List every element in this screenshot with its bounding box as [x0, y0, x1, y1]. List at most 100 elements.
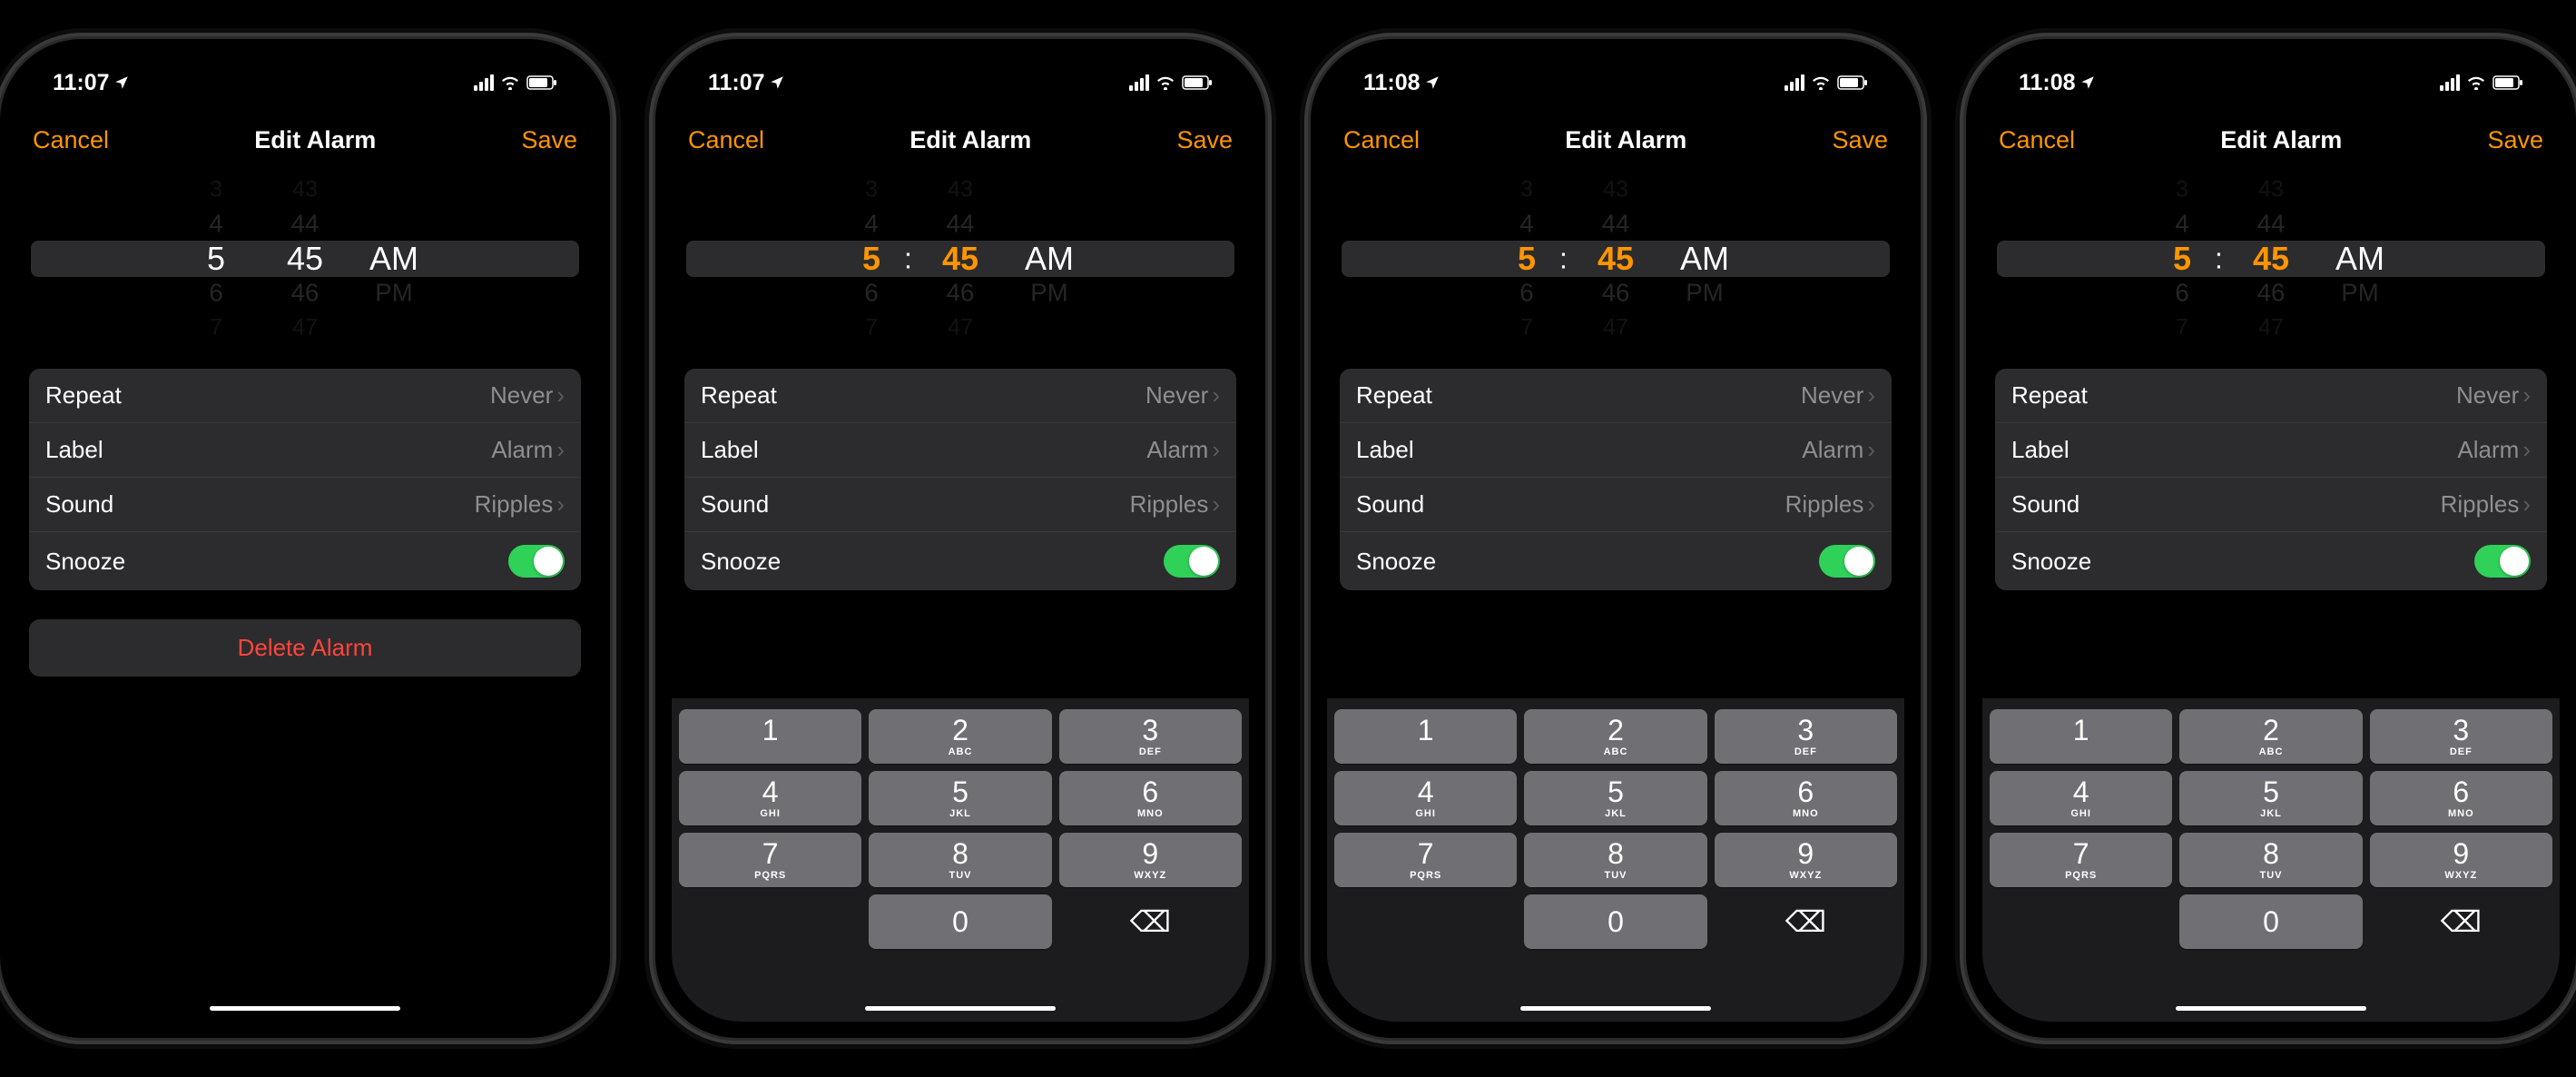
keypad-key-0[interactable]: 0 — [869, 894, 1051, 949]
backspace-key[interactable]: ⌫ — [1059, 894, 1242, 949]
keypad-key-5[interactable]: 5 JKL — [1524, 771, 1706, 825]
save-button[interactable]: Save — [1176, 126, 1233, 154]
minute-wheel-option[interactable]: 45 — [933, 242, 988, 276]
keypad-key-7[interactable]: 7 PQRS — [1990, 833, 2172, 887]
keypad-key-4[interactable]: 4 GHI — [679, 771, 861, 825]
keypad-key-4[interactable]: 4 GHI — [1990, 771, 2172, 825]
minute-wheel-option[interactable]: 43 — [2248, 175, 2294, 204]
ampm-wheel[interactable]: AMPM — [1022, 173, 1077, 345]
snooze-toggle[interactable] — [1819, 545, 1875, 578]
keypad-key-8[interactable]: 8 TUV — [2179, 833, 2362, 887]
hour-wheel-option[interactable]: 7 — [849, 313, 894, 342]
label-cell[interactable]: Label Alarm› — [1995, 423, 2547, 478]
minute-wheel-option[interactable]: 44 — [2246, 209, 2296, 241]
save-button[interactable]: Save — [2487, 126, 2543, 154]
ampm-option[interactable]: AM — [367, 242, 421, 276]
home-indicator[interactable] — [865, 1006, 1056, 1011]
hour-wheel-option[interactable]: 4 — [191, 209, 241, 241]
sound-cell[interactable]: Sound Ripples› — [684, 478, 1236, 532]
time-picker[interactable]: 2345678 42434445464748 AMPM — [29, 173, 581, 345]
cancel-button[interactable]: Cancel — [1999, 126, 2075, 154]
minute-wheel-option[interactable]: 47 — [2248, 313, 2294, 342]
minute-wheel-option[interactable]: 47 — [282, 313, 328, 342]
cancel-button[interactable]: Cancel — [1343, 126, 1420, 154]
minute-wheel[interactable]: 42434445464748 — [278, 173, 332, 345]
hour-wheel-option[interactable]: 4 — [846, 209, 896, 241]
keypad-key-0[interactable]: 0 — [1524, 894, 1706, 949]
home-indicator[interactable] — [2176, 1006, 2366, 1011]
ampm-option[interactable]: AM — [2333, 242, 2387, 276]
label-cell[interactable]: Label Alarm› — [1340, 423, 1892, 478]
backspace-key[interactable]: ⌫ — [1715, 894, 1897, 949]
keypad-key-2[interactable]: 2 ABC — [1524, 709, 1706, 764]
minute-wheel[interactable]: 42434445464748 — [2244, 173, 2298, 345]
keypad-key-3[interactable]: 3 DEF — [1715, 709, 1897, 764]
ampm-option[interactable]: PM — [369, 278, 418, 310]
label-cell[interactable]: Label Alarm› — [29, 423, 581, 478]
keypad-key-1[interactable]: 1 — [1990, 709, 2172, 764]
hour-wheel[interactable]: 2345678 — [189, 173, 243, 345]
home-indicator[interactable] — [1520, 1006, 1711, 1011]
minute-wheel-option[interactable]: 47 — [1593, 313, 1638, 342]
minute-wheel-option[interactable]: 45 — [1588, 242, 1643, 276]
sound-cell[interactable]: Sound Ripples› — [29, 478, 581, 532]
cancel-button[interactable]: Cancel — [33, 126, 109, 154]
hour-wheel-option[interactable]: 7 — [193, 313, 239, 342]
sound-cell[interactable]: Sound Ripples› — [1340, 478, 1892, 532]
hour-wheel-option[interactable]: 6 — [1501, 278, 1551, 310]
minute-wheel-option[interactable]: 43 — [938, 175, 983, 204]
minute-wheel-option[interactable]: 47 — [938, 313, 983, 342]
hour-wheel-option[interactable]: 3 — [1504, 175, 1549, 204]
keypad-key-4[interactable]: 4 GHI — [1334, 771, 1517, 825]
hour-wheel-option[interactable]: 3 — [2159, 175, 2205, 204]
keypad-key-6[interactable]: 6 MNO — [1059, 771, 1242, 825]
hour-wheel[interactable]: 2345678 — [844, 173, 899, 345]
keypad-key-1[interactable]: 1 — [1334, 709, 1517, 764]
repeat-cell[interactable]: Repeat Never› — [1340, 369, 1892, 423]
minute-wheel-option[interactable]: 44 — [280, 209, 329, 241]
save-button[interactable]: Save — [521, 126, 577, 154]
keypad-key-5[interactable]: 5 JKL — [2179, 771, 2362, 825]
keypad-key-2[interactable]: 2 ABC — [2179, 709, 2362, 764]
backspace-key[interactable]: ⌫ — [2370, 894, 2552, 949]
repeat-cell[interactable]: Repeat Never› — [684, 369, 1236, 423]
keypad-key-3[interactable]: 3 DEF — [1059, 709, 1242, 764]
hour-wheel-option[interactable]: 7 — [1504, 313, 1549, 342]
hour-wheel-option[interactable]: 5 — [844, 242, 899, 276]
ampm-wheel[interactable]: AMPM — [1677, 173, 1732, 345]
keypad-key-1[interactable]: 1 — [679, 709, 861, 764]
minute-wheel-option[interactable]: 46 — [1590, 278, 1640, 310]
minute-wheel-option[interactable]: 44 — [935, 209, 985, 241]
label-cell[interactable]: Label Alarm› — [684, 423, 1236, 478]
minute-wheel-option[interactable]: 45 — [278, 242, 332, 276]
hour-wheel-option[interactable]: 5 — [189, 242, 243, 276]
hour-wheel-option[interactable]: 7 — [2159, 313, 2205, 342]
minute-wheel-option[interactable]: 45 — [2244, 242, 2298, 276]
ampm-option[interactable]: AM — [1677, 242, 1732, 276]
snooze-toggle[interactable] — [508, 545, 565, 578]
time-picker[interactable]: : 2345678 42434445464748 AMPM — [1995, 173, 2547, 345]
hour-wheel-option[interactable]: 3 — [849, 175, 894, 204]
keypad-key-5[interactable]: 5 JKL — [869, 771, 1051, 825]
minute-wheel[interactable]: 42434445464748 — [1588, 173, 1643, 345]
keypad-key-6[interactable]: 6 MNO — [1715, 771, 1897, 825]
keypad-key-9[interactable]: 9 WXYZ — [1059, 833, 1242, 887]
home-indicator[interactable] — [210, 1006, 400, 1011]
hour-wheel-option[interactable]: 4 — [1501, 209, 1551, 241]
keypad-key-8[interactable]: 8 TUV — [869, 833, 1051, 887]
hour-wheel-option[interactable]: 6 — [846, 278, 896, 310]
minute-wheel-option[interactable]: 43 — [1593, 175, 1638, 204]
time-picker[interactable]: : 2345678 42434445464748 AMPM — [1340, 173, 1892, 345]
repeat-cell[interactable]: Repeat Never› — [29, 369, 581, 423]
minute-wheel[interactable]: 42434445464748 — [933, 173, 988, 345]
time-picker[interactable]: : 2345678 42434445464748 AMPM — [684, 173, 1236, 345]
ampm-wheel[interactable]: AMPM — [367, 173, 421, 345]
sound-cell[interactable]: Sound Ripples› — [1995, 478, 2547, 532]
minute-wheel-option[interactable]: 46 — [280, 278, 329, 310]
ampm-wheel[interactable]: AMPM — [2333, 173, 2387, 345]
delete-alarm-button[interactable]: Delete Alarm — [29, 619, 581, 677]
minute-wheel-option[interactable]: 46 — [935, 278, 985, 310]
snooze-toggle[interactable] — [2474, 545, 2531, 578]
keypad-key-7[interactable]: 7 PQRS — [1334, 833, 1517, 887]
hour-wheel-option[interactable]: 4 — [2157, 209, 2207, 241]
